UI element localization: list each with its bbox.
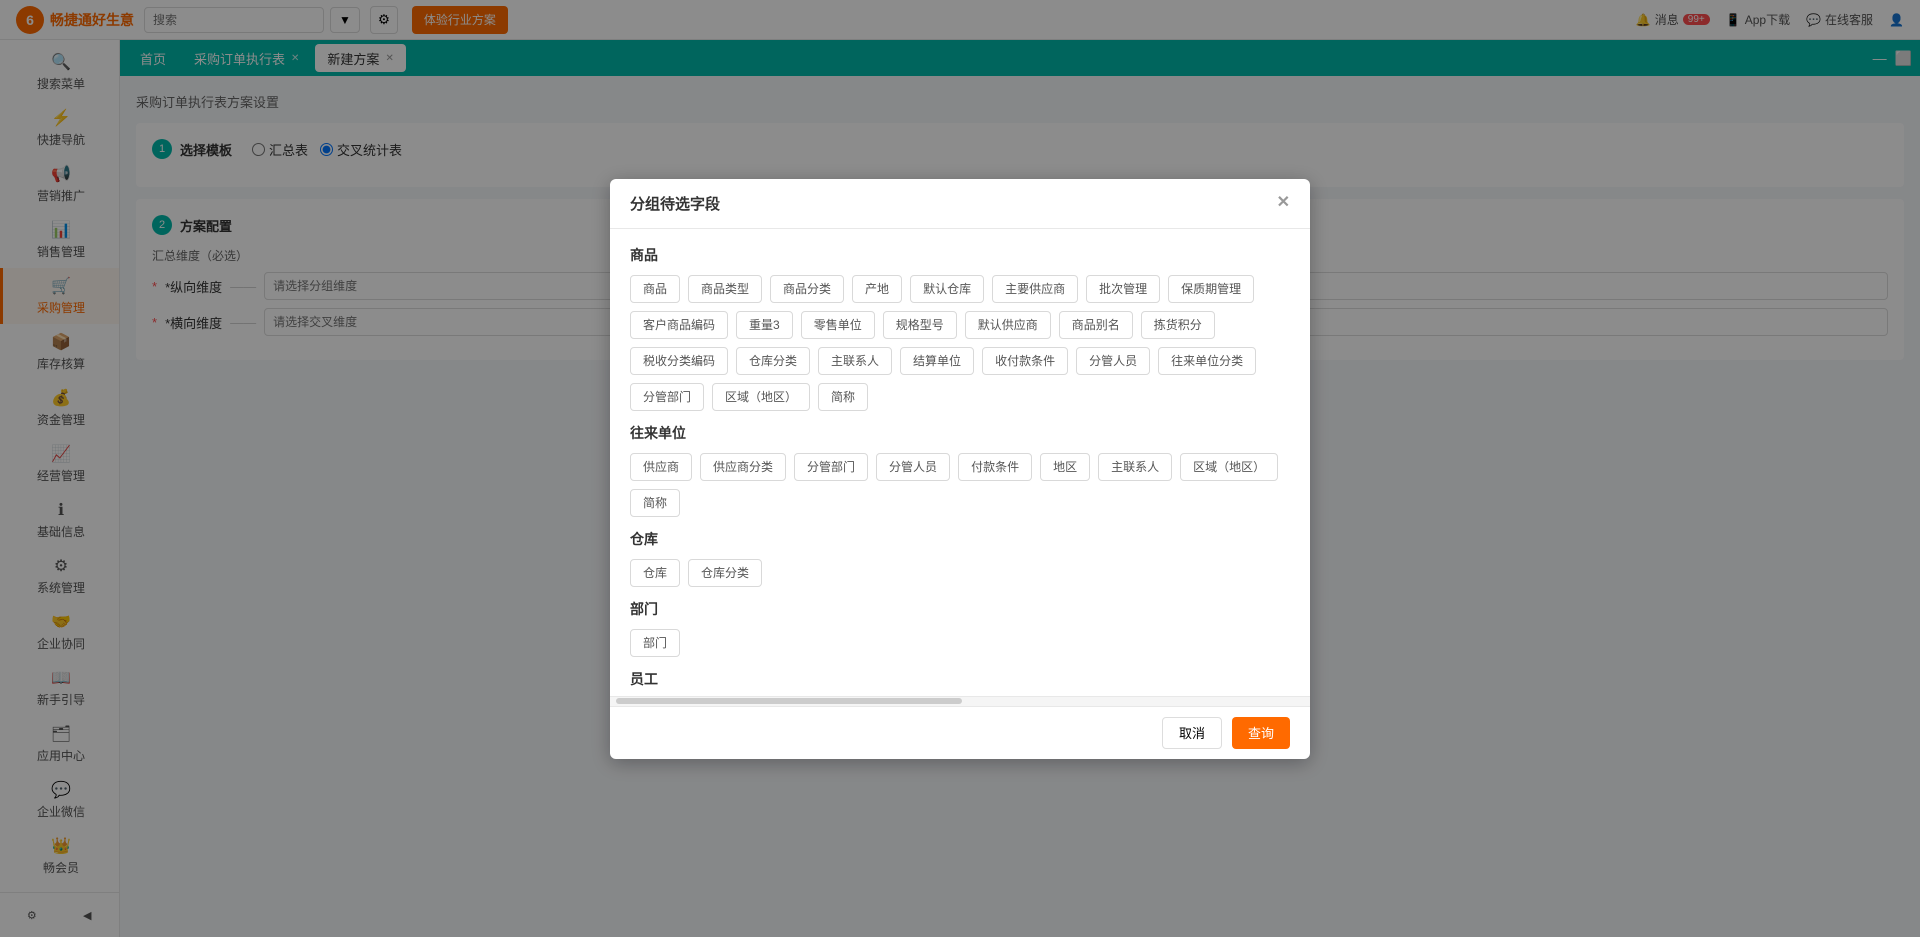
field-tag[interactable]: 主要供应商 (992, 275, 1078, 303)
section-title-dept: 部门 (630, 599, 1290, 619)
field-tag[interactable]: 商品分类 (770, 275, 844, 303)
section-title-staff: 员工 (630, 669, 1290, 689)
confirm-button[interactable]: 查询 (1232, 717, 1290, 749)
field-tag[interactable]: 仓库分类 (688, 559, 762, 587)
field-tag[interactable]: 简称 (818, 383, 868, 411)
field-tag[interactable]: 收付款条件 (982, 347, 1068, 375)
field-tag[interactable]: 商品 (630, 275, 680, 303)
field-tag[interactable]: 批次管理 (1086, 275, 1160, 303)
field-tag[interactable]: 部门 (630, 629, 680, 657)
field-tag[interactable]: 主联系人 (818, 347, 892, 375)
field-tag[interactable]: 分管部门 (794, 453, 868, 481)
field-tags-partner: 供应商 供应商分类 分管部门 分管人员 付款条件 地区 主联系人 区域（地区） … (630, 453, 1290, 517)
field-tag[interactable]: 付款条件 (958, 453, 1032, 481)
field-tags-dept: 部门 (630, 629, 1290, 657)
modal-title: 分组待选字段 (630, 193, 720, 214)
section-title-warehouse: 仓库 (630, 529, 1290, 549)
modal-body[interactable]: 商品 商品 商品类型 商品分类 产地 默认仓库 主要供应商 批次管理 保质期管理… (610, 229, 1310, 697)
field-tag[interactable]: 区域（地区） (1180, 453, 1278, 481)
modal-close-btn[interactable]: ✕ (1277, 195, 1290, 211)
cancel-button[interactable]: 取消 (1162, 717, 1222, 749)
field-tag[interactable]: 产地 (852, 275, 902, 303)
modal-scrollbar-bottom[interactable] (610, 696, 1310, 705)
field-tag[interactable]: 简称 (630, 489, 680, 517)
field-tag[interactable]: 供应商分类 (700, 453, 786, 481)
field-tag[interactable]: 零售单位 (801, 311, 875, 339)
section-title-partner: 往来单位 (630, 423, 1290, 443)
field-tag[interactable]: 区域（地区） (712, 383, 810, 411)
field-tag[interactable]: 重量3 (736, 311, 793, 339)
field-tag[interactable]: 仓库 (630, 559, 680, 587)
field-tag[interactable]: 默认供应商 (965, 311, 1051, 339)
modal-header: 分组待选字段 ✕ (610, 179, 1310, 229)
field-tag[interactable]: 分管部门 (630, 383, 704, 411)
section-title-goods: 商品 (630, 245, 1290, 265)
field-tag[interactable]: 分管人员 (1076, 347, 1150, 375)
field-tag[interactable]: 仓库分类 (736, 347, 810, 375)
field-tags-warehouse: 仓库 仓库分类 (630, 559, 1290, 587)
field-tag[interactable]: 商品别名 (1059, 311, 1133, 339)
field-tag[interactable]: 供应商 (630, 453, 692, 481)
field-tag[interactable]: 主联系人 (1098, 453, 1172, 481)
modal-footer: 取消 查询 (610, 706, 1310, 759)
field-tag[interactable]: 规格型号 (883, 311, 957, 339)
field-tag[interactable]: 结算单位 (900, 347, 974, 375)
horizontal-scrollbar-thumb (616, 698, 962, 704)
modal-overlay: 分组待选字段 ✕ 商品 商品 商品类型 商品分类 产地 默认仓库 主要供应商 批… (0, 0, 1920, 937)
field-tag[interactable]: 往来单位分类 (1158, 347, 1256, 375)
field-select-modal: 分组待选字段 ✕ 商品 商品 商品类型 商品分类 产地 默认仓库 主要供应商 批… (610, 179, 1310, 759)
field-tag[interactable]: 拣货积分 (1141, 311, 1215, 339)
field-tag[interactable]: 保质期管理 (1168, 275, 1254, 303)
field-tag[interactable]: 商品类型 (688, 275, 762, 303)
field-tag[interactable]: 分管人员 (876, 453, 950, 481)
field-tags-goods: 商品 商品类型 商品分类 产地 默认仓库 主要供应商 批次管理 保质期管理 客户… (630, 275, 1290, 411)
field-tag[interactable]: 地区 (1040, 453, 1090, 481)
field-tag[interactable]: 客户商品编码 (630, 311, 728, 339)
field-tag[interactable]: 税收分类编码 (630, 347, 728, 375)
field-tag[interactable]: 默认仓库 (910, 275, 984, 303)
